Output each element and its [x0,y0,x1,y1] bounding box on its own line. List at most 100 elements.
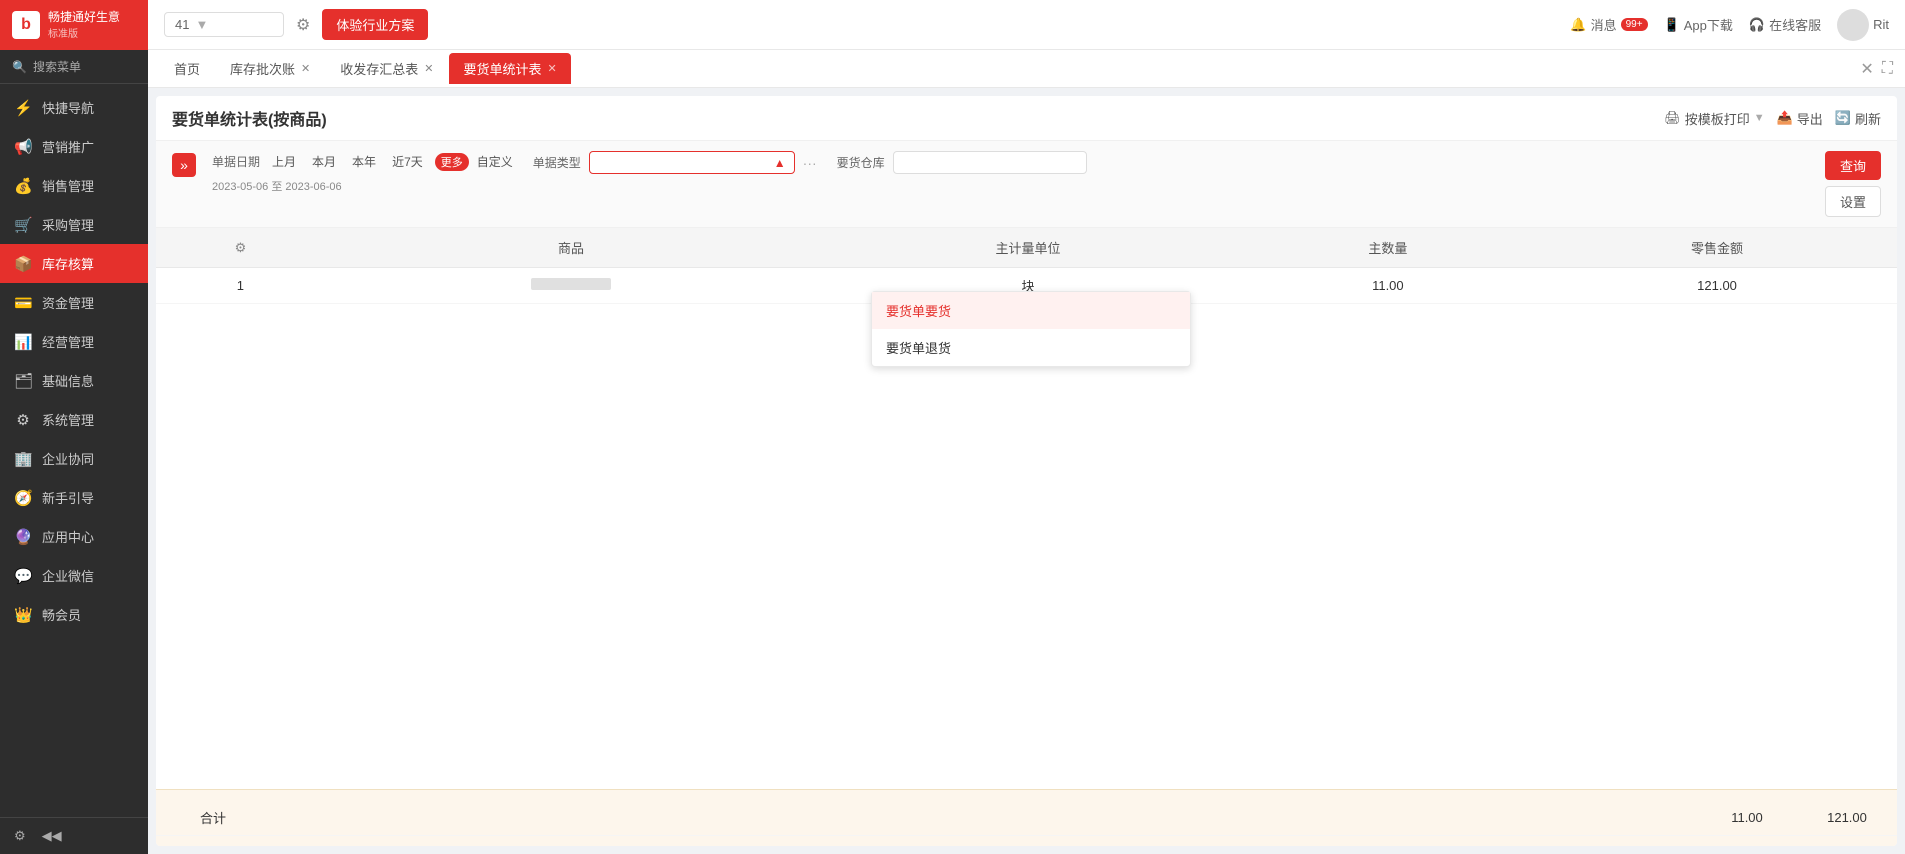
more-date-badge[interactable]: 更多 [435,153,469,171]
sidebar-item-sales[interactable]: 💰 销售管理 [0,166,148,205]
warehouse-input[interactable] [902,155,1078,170]
tab-order-stats-close[interactable]: ✕ [548,62,557,75]
sidebar-item-label: 基础信息 [42,371,94,390]
sidebar-item-basic[interactable]: 🗂 基础信息 [0,361,148,400]
sidebar-item-finance[interactable]: 💳 资金管理 [0,283,148,322]
col-settings: ⚙ [156,228,325,268]
apps-icon: 🔮 [14,528,32,546]
export-button[interactable]: 📤 导出 [1777,109,1823,128]
query-button[interactable]: 查询 [1825,151,1881,180]
sidebar-item-member[interactable]: 👑 畅会员 [0,595,148,634]
column-settings-icon[interactable]: ⚙ [235,240,247,255]
type-input[interactable] [598,155,774,170]
tab-summary-close[interactable]: ✕ [424,62,433,75]
operation-icon: 📊 [14,333,32,351]
settings-button[interactable]: 设置 [1825,186,1881,217]
app-version: 标准版 [48,25,120,40]
settings-bottom-icon[interactable]: ⚙ [14,828,26,844]
refresh-button[interactable]: 🔄 刷新 [1835,109,1881,128]
warehouse-filter-row: 要货仓库 [837,151,1087,174]
custom-date-option[interactable]: 自定义 [477,153,513,170]
sidebar-search[interactable]: 🔍 搜索菜单 [0,50,148,84]
sidebar-item-label: 快捷导航 [42,98,94,117]
store-selector[interactable]: 41 ▼ [164,12,284,37]
page-header-actions: 🖨 按模板打印 ▼ 📤 导出 🔄 刷新 [1664,109,1881,128]
type-more-icon[interactable]: ··· [803,155,817,171]
type-selector[interactable]: ▲ [589,151,795,174]
filter-expand-button[interactable]: » [172,153,196,177]
tab-home[interactable]: 首页 [160,53,214,84]
tab-batch[interactable]: 库存批次账 ✕ [216,53,324,84]
type-filter-group: 单据类型 ▲ ··· [533,151,817,174]
close-all-icon[interactable]: ✕ [1860,59,1873,79]
sidebar-item-guide[interactable]: 🧭 新手引导 [0,478,148,517]
sidebar-item-purchase[interactable]: 🛒 采购管理 [0,205,148,244]
tab-batch-label: 库存批次账 [230,59,295,78]
quick-icon: ⚡ [14,99,32,117]
tab-order-stats-label: 要货单统计表 [463,59,541,78]
col-amount: 零售金额 [1537,228,1897,268]
tab-summary[interactable]: 收发存汇总表 ✕ [326,53,447,84]
date-filter-group: 单据日期 上月 本月 本年 近7天 更多 自定义 2023-05-06 至 20… [212,151,513,194]
dropdown-item-yaohuodanyaohuo[interactable]: 要货单要货 [872,292,1190,329]
this-month-option[interactable]: 本月 [308,151,340,172]
app-download-action[interactable]: 📱 App下载 [1664,15,1733,34]
topbar-actions: 🔔 消息 99+ 📱 App下载 🎧 在线客服 Rit [1570,9,1889,41]
sidebar-item-enterprise[interactable]: 🏢 企业协同 [0,439,148,478]
warehouse-filter-group: 要货仓库 [837,151,1087,174]
table-header-row: ⚙ 商品 主计量单位 主数量 零售金额 [156,228,1897,268]
filter-groups: 单据日期 上月 本月 本年 近7天 更多 自定义 2023-05-06 至 20… [212,151,1809,194]
sidebar-item-marketing[interactable]: 📢 营销推广 [0,127,148,166]
prev-month-option[interactable]: 上月 [268,151,300,172]
store-count: 41 [175,17,189,32]
purchase-icon: 🛒 [14,216,32,234]
filter-bar: » 单据日期 上月 本月 本年 近7天 更多 自定义 2023-05-06 至 … [156,141,1897,228]
sidebar-item-wechat[interactable]: 💬 企业微信 [0,556,148,595]
export-icon: 📤 [1777,110,1793,126]
sidebar-nav: ⚡ 快捷导航 📢 营销推广 💰 销售管理 🛒 采购管理 📦 库存核算 💳 资金管… [0,84,148,817]
notifications-badge: 99+ [1621,18,1648,31]
user-avatar-action[interactable]: Rit [1837,9,1889,41]
avatar [1837,9,1869,41]
print-template-button[interactable]: 🖨 按模板打印 ▼ [1664,109,1764,128]
date-filter-row: 单据日期 上月 本月 本年 近7天 更多 自定义 [212,151,513,172]
sidebar-item-quick[interactable]: ⚡ 快捷导航 [0,88,148,127]
industry-solution-button[interactable]: 体验行业方案 [322,9,428,40]
search-icon: 🔍 [12,60,27,74]
last-7days-option[interactable]: 近7天 [388,151,427,172]
app-download-label: App下载 [1684,15,1733,34]
sidebar-item-system[interactable]: ⚙ 系统管理 [0,400,148,439]
warehouse-selector[interactable] [893,151,1087,174]
online-service-action[interactable]: 🎧 在线客服 [1749,15,1821,34]
sidebar-item-inventory[interactable]: 📦 库存核算 [0,244,148,283]
sidebar-item-label: 营销推广 [42,137,94,156]
gear-icon[interactable]: ⚙ [296,15,310,35]
guide-icon: 🧭 [14,489,32,507]
notifications-action[interactable]: 🔔 消息 99+ [1570,15,1647,34]
expand-tabs-icon[interactable]: ⛶ [1882,60,1893,78]
refresh-icon: 🔄 [1835,110,1851,126]
warehouse-label: 要货仓库 [837,154,885,171]
tab-batch-close[interactable]: ✕ [301,62,310,75]
system-icon: ⚙ [14,411,32,429]
user-name: Rit [1873,17,1889,32]
sidebar-bottom: ⚙ ◀◀ [0,817,148,854]
this-year-option[interactable]: 本年 [348,151,380,172]
type-filter-row: 单据类型 ▲ ··· [533,151,817,174]
filter-actions: 查询 设置 [1825,151,1881,217]
app-name: 畅捷通好生意 [48,10,120,26]
tab-order-stats[interactable]: 要货单统计表 ✕ [449,53,570,84]
dropdown-item-yaohuodantuihuo[interactable]: 要货单退货 [872,329,1190,366]
basic-icon: 🗂 [14,372,32,390]
type-dropdown: 要货单要货 要货单退货 [871,291,1191,367]
sidebar-item-operation[interactable]: 📊 经营管理 [0,322,148,361]
cell-amount: 121.00 [1537,268,1897,304]
footer-quantity: 11.00 [1697,800,1797,836]
sidebar-item-label: 销售管理 [42,176,94,195]
notifications-label: 消息 [1591,15,1617,34]
sidebar-item-label: 经营管理 [42,332,94,351]
sidebar-item-apps[interactable]: 🔮 应用中心 [0,517,148,556]
footer-table: 合计 11.00 121.00 [156,800,1897,836]
app-logo: b 畅捷通好生意 标准版 [0,0,148,50]
collapse-icon[interactable]: ◀◀ [42,828,62,844]
